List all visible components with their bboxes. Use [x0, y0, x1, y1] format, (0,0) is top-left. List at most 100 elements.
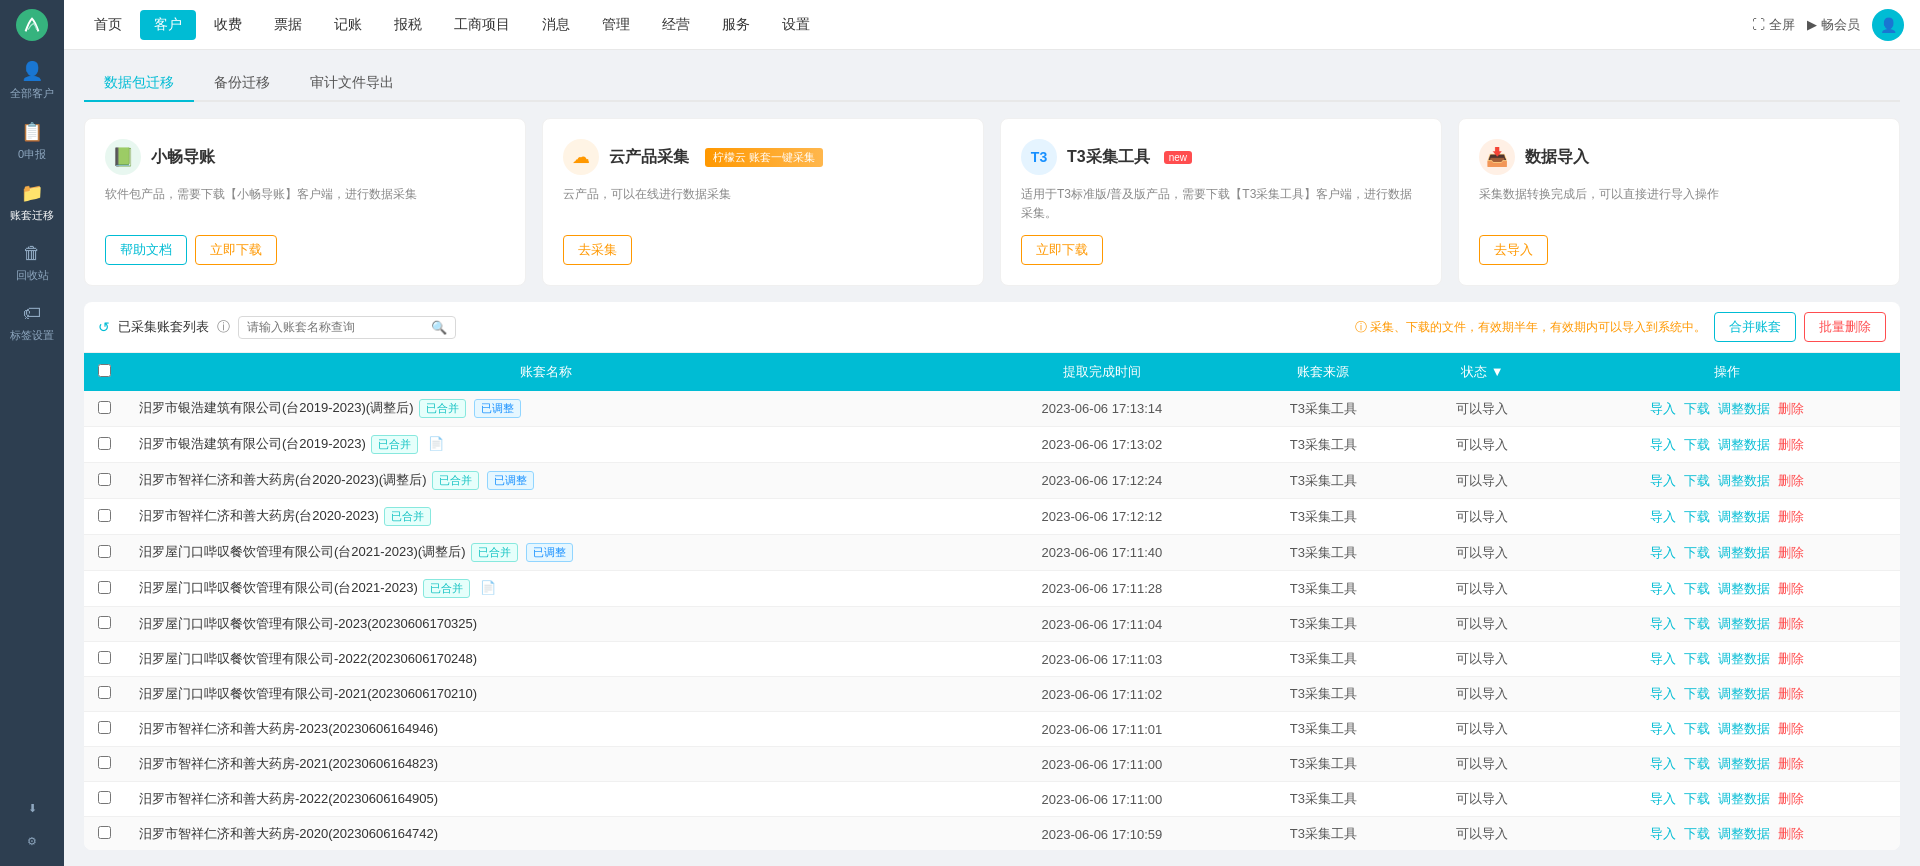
action-link[interactable]: 下载 — [1684, 756, 1710, 771]
nav-message[interactable]: 消息 — [528, 10, 584, 40]
action-link[interactable]: 下载 — [1684, 509, 1710, 524]
row-checkbox[interactable] — [98, 581, 111, 594]
row-checkbox[interactable] — [98, 437, 111, 450]
sidebar-user-settings[interactable]: ⚙ — [0, 827, 64, 856]
delete-action[interactable]: 删除 — [1778, 791, 1804, 806]
sidebar-item-all-clients[interactable]: 👤 全部客户 — [0, 50, 64, 111]
delete-action[interactable]: 删除 — [1778, 437, 1804, 452]
delete-action[interactable]: 删除 — [1778, 473, 1804, 488]
sidebar-download[interactable]: ⬇ — [0, 794, 64, 823]
action-link[interactable]: 下载 — [1684, 826, 1710, 841]
nav-business[interactable]: 工商项目 — [440, 10, 524, 40]
action-link[interactable]: 调整数据 — [1718, 509, 1770, 524]
go-import-button[interactable]: 去导入 — [1479, 235, 1548, 265]
search-icon[interactable]: 🔍 — [431, 320, 447, 335]
nav-operation[interactable]: 经营 — [648, 10, 704, 40]
action-link[interactable]: 调整数据 — [1718, 791, 1770, 806]
nav-billing[interactable]: 收费 — [200, 10, 256, 40]
tab-backup-migration[interactable]: 备份迁移 — [194, 66, 290, 102]
tab-data-migration[interactable]: 数据包迁移 — [84, 66, 194, 102]
row-checkbox[interactable] — [98, 545, 111, 558]
action-link[interactable]: 导入 — [1650, 545, 1676, 560]
row-checkbox[interactable] — [98, 473, 111, 486]
delete-action[interactable]: 删除 — [1778, 401, 1804, 416]
sidebar-item-tag-settings[interactable]: 🏷 标签设置 — [0, 293, 64, 353]
delete-action[interactable]: 删除 — [1778, 756, 1804, 771]
select-all-checkbox[interactable] — [98, 364, 111, 377]
col-status[interactable]: 状态 ▼ — [1410, 353, 1555, 391]
tab-audit-export[interactable]: 审计文件导出 — [290, 66, 414, 102]
action-link[interactable]: 导入 — [1650, 473, 1676, 488]
action-link[interactable]: 调整数据 — [1718, 651, 1770, 666]
delete-action[interactable]: 删除 — [1778, 616, 1804, 631]
action-link[interactable]: 调整数据 — [1718, 473, 1770, 488]
download-now-button[interactable]: 立即下载 — [195, 235, 277, 265]
delete-action[interactable]: 删除 — [1778, 686, 1804, 701]
action-link[interactable]: 下载 — [1684, 401, 1710, 416]
vip-btn[interactable]: ▶ 畅会员 — [1807, 16, 1860, 34]
delete-action[interactable]: 删除 — [1778, 509, 1804, 524]
action-link[interactable]: 下载 — [1684, 616, 1710, 631]
row-checkbox[interactable] — [98, 756, 111, 769]
help-doc-button[interactable]: 帮助文档 — [105, 235, 187, 265]
action-link[interactable]: 调整数据 — [1718, 686, 1770, 701]
merge-btn[interactable]: 合并账套 — [1714, 312, 1796, 342]
nav-settings[interactable]: 设置 — [768, 10, 824, 40]
action-link[interactable]: 导入 — [1650, 826, 1676, 841]
action-link[interactable]: 导入 — [1650, 756, 1676, 771]
delete-action[interactable]: 删除 — [1778, 826, 1804, 841]
action-link[interactable]: 下载 — [1684, 721, 1710, 736]
action-link[interactable]: 导入 — [1650, 651, 1676, 666]
action-link[interactable]: 导入 — [1650, 437, 1676, 452]
sidebar-item-zero-report[interactable]: 📋 0申报 — [0, 111, 64, 172]
nav-service[interactable]: 服务 — [708, 10, 764, 40]
delete-action[interactable]: 删除 — [1778, 581, 1804, 596]
action-link[interactable]: 调整数据 — [1718, 756, 1770, 771]
nav-tax[interactable]: 报税 — [380, 10, 436, 40]
delete-action[interactable]: 删除 — [1778, 721, 1804, 736]
action-link[interactable]: 导入 — [1650, 721, 1676, 736]
action-link[interactable]: 下载 — [1684, 581, 1710, 596]
batch-delete-btn[interactable]: 批量删除 — [1804, 312, 1886, 342]
row-checkbox[interactable] — [98, 791, 111, 804]
row-checkbox[interactable] — [98, 616, 111, 629]
nav-management[interactable]: 管理 — [588, 10, 644, 40]
refresh-icon[interactable]: ↺ — [98, 319, 110, 335]
action-link[interactable]: 导入 — [1650, 686, 1676, 701]
nav-home[interactable]: 首页 — [80, 10, 136, 40]
action-link[interactable]: 导入 — [1650, 509, 1676, 524]
action-link[interactable]: 导入 — [1650, 401, 1676, 416]
row-checkbox[interactable] — [98, 721, 111, 734]
delete-action[interactable]: 删除 — [1778, 651, 1804, 666]
action-link[interactable]: 调整数据 — [1718, 437, 1770, 452]
sidebar-item-account-migration[interactable]: 📁 账套迁移 — [0, 172, 64, 233]
search-input[interactable] — [247, 320, 427, 334]
user-avatar[interactable]: 👤 — [1872, 9, 1904, 41]
row-checkbox[interactable] — [98, 826, 111, 839]
action-link[interactable]: 下载 — [1684, 791, 1710, 806]
row-checkbox[interactable] — [98, 509, 111, 522]
row-checkbox[interactable] — [98, 686, 111, 699]
action-link[interactable]: 下载 — [1684, 686, 1710, 701]
nav-invoice[interactable]: 票据 — [260, 10, 316, 40]
action-link[interactable]: 导入 — [1650, 616, 1676, 631]
delete-action[interactable]: 删除 — [1778, 545, 1804, 560]
action-link[interactable]: 下载 — [1684, 545, 1710, 560]
action-link[interactable]: 调整数据 — [1718, 401, 1770, 416]
download-t3-button[interactable]: 立即下载 — [1021, 235, 1103, 265]
action-link[interactable]: 下载 — [1684, 473, 1710, 488]
action-link[interactable]: 调整数据 — [1718, 721, 1770, 736]
sidebar-item-recycle[interactable]: 🗑 回收站 — [0, 233, 64, 293]
row-checkbox[interactable] — [98, 651, 111, 664]
action-link[interactable]: 调整数据 — [1718, 616, 1770, 631]
action-link[interactable]: 调整数据 — [1718, 545, 1770, 560]
action-link[interactable]: 导入 — [1650, 791, 1676, 806]
row-checkbox[interactable] — [98, 401, 111, 414]
action-link[interactable]: 下载 — [1684, 651, 1710, 666]
action-link[interactable]: 导入 — [1650, 581, 1676, 596]
action-link[interactable]: 调整数据 — [1718, 581, 1770, 596]
go-collect-button[interactable]: 去采集 — [563, 235, 632, 265]
nav-accounting[interactable]: 记账 — [320, 10, 376, 40]
fullscreen-btn[interactable]: ⛶ 全屏 — [1752, 16, 1795, 34]
action-link[interactable]: 调整数据 — [1718, 826, 1770, 841]
